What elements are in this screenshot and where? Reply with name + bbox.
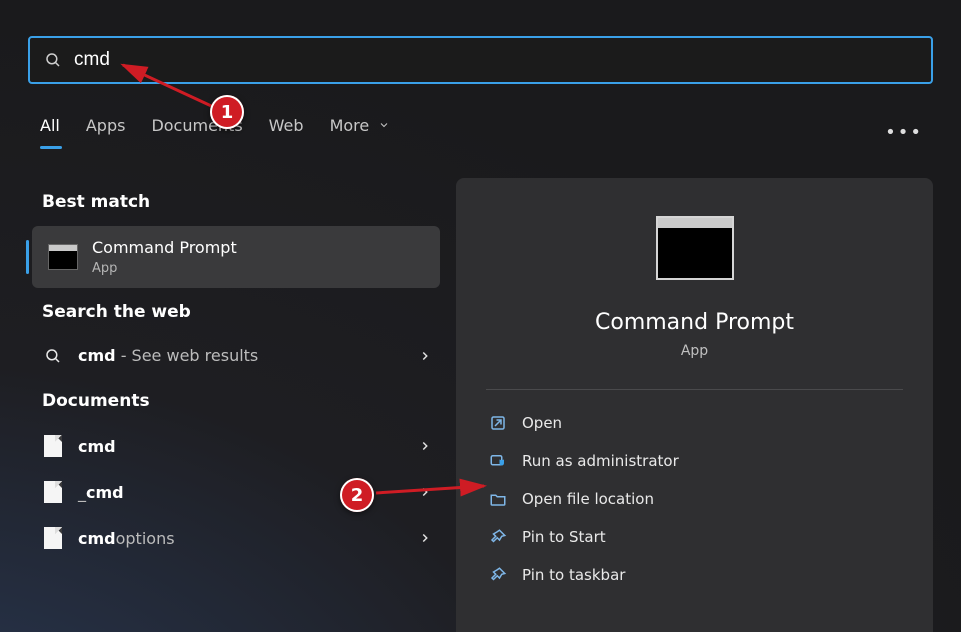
command-prompt-icon — [656, 216, 734, 280]
search-icon — [42, 347, 64, 365]
best-match-subtitle: App — [92, 261, 237, 276]
action-label: Pin to taskbar — [522, 566, 625, 584]
pin-to-start-action[interactable]: Pin to Start — [476, 518, 913, 556]
open-icon — [488, 413, 508, 433]
web-result-row[interactable]: cmd - See web results — [32, 334, 440, 377]
annotation-badge-1: 1 — [210, 95, 244, 129]
doc-match: cmd — [78, 437, 116, 456]
annotation-number: 1 — [221, 102, 234, 123]
shield-admin-icon — [488, 451, 508, 471]
best-match-text: Command Prompt App — [92, 238, 237, 276]
tab-web[interactable]: Web — [269, 116, 304, 149]
preview-subtitle: App — [681, 343, 708, 359]
annotation-badge-2: 2 — [340, 478, 374, 512]
divider — [486, 389, 903, 390]
chevron-right-icon — [418, 485, 432, 499]
search-input[interactable] — [74, 49, 917, 71]
tab-label: All — [40, 116, 60, 135]
document-icon — [42, 481, 64, 503]
pin-icon — [488, 527, 508, 547]
best-match-result[interactable]: Command Prompt App — [32, 226, 440, 288]
command-prompt-icon — [48, 244, 78, 270]
annotation-number: 2 — [351, 485, 364, 506]
tab-label: More — [330, 116, 370, 135]
doc-suffix: options — [116, 529, 175, 548]
open-file-location-action[interactable]: Open file location — [476, 480, 913, 518]
chevron-down-icon — [378, 119, 390, 131]
run-as-admin-action[interactable]: Run as administrator — [476, 442, 913, 480]
chevron-right-icon — [418, 439, 432, 453]
pin-to-taskbar-action[interactable]: Pin to taskbar — [476, 556, 913, 594]
search-bar[interactable] — [28, 36, 933, 84]
open-action[interactable]: Open — [476, 404, 913, 442]
document-icon — [42, 527, 64, 549]
web-result-label: cmd - See web results — [78, 346, 258, 365]
preview-title: Command Prompt — [595, 310, 794, 335]
folder-icon — [488, 489, 508, 509]
tab-label: Web — [269, 116, 304, 135]
web-result-term: cmd — [78, 346, 116, 365]
search-icon — [44, 51, 62, 69]
preview-panel: Command Prompt App Open — [456, 178, 933, 632]
preview-header: Command Prompt App — [456, 178, 933, 359]
action-label: Pin to Start — [522, 528, 606, 546]
doc-match: cmd — [86, 483, 124, 502]
action-label: Run as administrator — [522, 452, 679, 470]
chevron-right-icon — [418, 349, 432, 363]
document-result-row[interactable]: cmdoptions — [32, 515, 440, 561]
chevron-right-icon — [418, 531, 432, 545]
document-label: cmd — [78, 437, 116, 456]
doc-match: cmd — [78, 529, 116, 548]
action-label: Open — [522, 414, 562, 432]
document-result-row[interactable]: _cmd — [32, 469, 440, 515]
tab-label: Apps — [86, 116, 126, 135]
results-column: Best match Command Prompt App Search the… — [32, 178, 440, 561]
documents-heading: Documents — [42, 391, 440, 411]
tab-all[interactable]: All — [40, 116, 60, 149]
search-web-heading: Search the web — [42, 302, 440, 322]
tab-apps[interactable]: Apps — [86, 116, 126, 149]
doc-prefix: _ — [78, 483, 86, 502]
best-match-heading: Best match — [42, 192, 440, 212]
action-list: Open Run as administrator Open file — [456, 398, 933, 594]
document-label: cmdoptions — [78, 529, 175, 548]
document-icon — [42, 435, 64, 457]
filter-tabs: All Apps Documents Web More ••• — [40, 116, 933, 149]
document-label: _cmd — [78, 483, 124, 502]
document-result-row[interactable]: cmd — [32, 423, 440, 469]
pin-icon — [488, 565, 508, 585]
action-label: Open file location — [522, 490, 654, 508]
tab-more[interactable]: More — [330, 116, 391, 149]
best-match-title: Command Prompt — [92, 238, 237, 257]
overflow-menu-button[interactable]: ••• — [885, 122, 923, 143]
web-result-suffix: - See web results — [116, 346, 259, 365]
